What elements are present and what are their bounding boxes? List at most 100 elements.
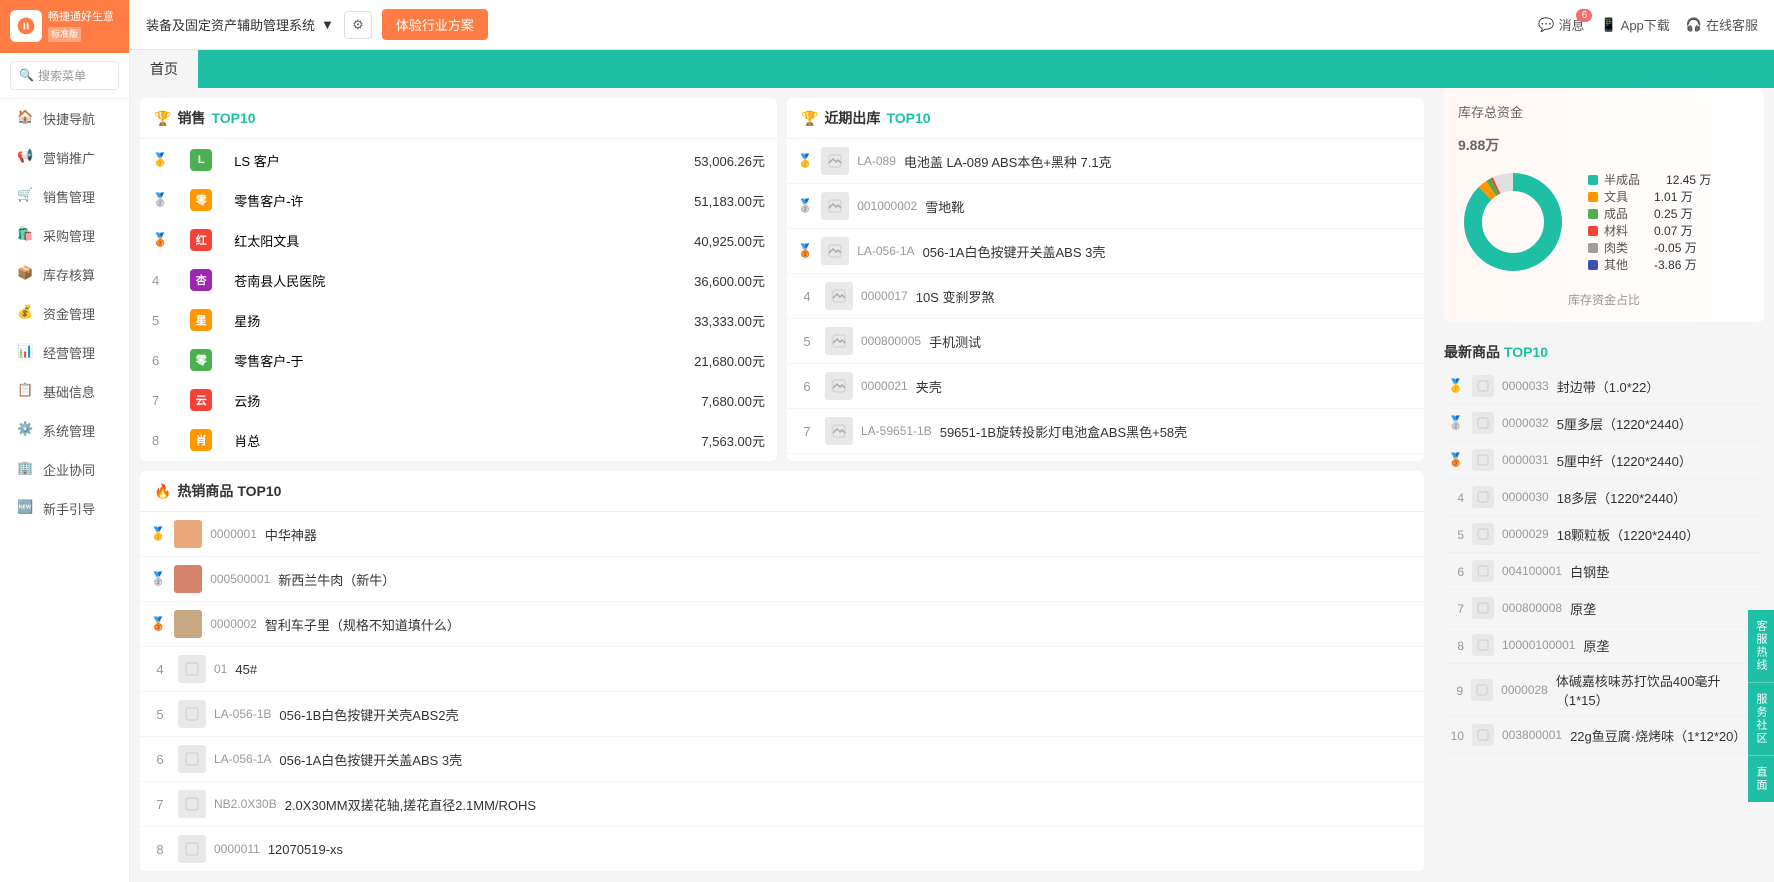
hot-products-title: 热销商品 TOP10 (177, 481, 281, 501)
medal-icon: 🥈 (1448, 415, 1464, 430)
avatar-cell: 杏 (180, 261, 222, 299)
customer-name-cell: 零售客户-许 (224, 181, 526, 219)
recent-products-title: 近期出库 (824, 108, 880, 128)
app-logo: 畅捷通好生意 标准版 (0, 0, 129, 53)
rank-number: 7 (1457, 602, 1464, 616)
product-code: LA-056-1A (857, 244, 914, 258)
chart-icon: 📊 (17, 343, 35, 361)
list-item: 9 0000028 体碱嘉核味苏打饮品400毫升（1*15） (1444, 664, 1764, 717)
product-image (174, 565, 202, 593)
product-name: 18颗粒板（1220*2440） (1557, 525, 1699, 544)
medal-icon: 🥈 (150, 571, 166, 586)
system-selector[interactable]: 装备及固定资产辅助管理系统 ▼ (146, 15, 334, 34)
sidebar-item-guide[interactable]: 🆕 新手引导 (0, 489, 129, 528)
sidebar: 畅捷通好生意 标准版 🔍 搜索菜单 🏠 快捷导航 📢 营销推广 🛒 销售管理 🛍… (0, 0, 130, 882)
product-name: 5厘多层（1220*2440） (1557, 414, 1692, 433)
legend-label: 其他 (1604, 256, 1628, 273)
customer-name: 零售客户-许 (234, 194, 303, 209)
customer-name-cell: LS 客户 (224, 141, 526, 179)
app-download-button[interactable]: 📱 App下载 (1600, 15, 1669, 34)
floating-btn-community[interactable]: 服务社区 (1748, 683, 1774, 756)
sidebar-item-operations[interactable]: 📊 经营管理 (0, 333, 129, 372)
sidebar-item-sales[interactable]: 🛒 销售管理 (0, 177, 129, 216)
tab-home-label: 首页 (150, 59, 178, 79)
download-icon: 📱 (1600, 17, 1616, 33)
product-code: 004100001 (1502, 564, 1562, 578)
recent-products-header: 🏆 近期出库 TOP10 (787, 98, 1424, 139)
rank-number: 7 (150, 797, 170, 812)
product-code: LA-056-1A (214, 752, 271, 766)
product-code: 0000002 (210, 617, 257, 631)
product-name: 59651-1B旋转投影灯电池盒ABS黑色+58壳 (940, 422, 1187, 441)
list-item: 🥇 0000033 封边带（1.0*22） (1444, 368, 1764, 405)
rank-number: 4 (1457, 491, 1464, 505)
medal-icon: 🥉 (1448, 452, 1464, 467)
search-menu-button[interactable]: 🔍 搜索菜单 (10, 61, 119, 90)
list-item: 5 LA-056-1B 056-1B白色按键开关壳ABS2壳 (140, 692, 1424, 737)
box-icon: 📦 (17, 265, 35, 283)
rank-number: 5 (152, 313, 159, 328)
guide-icon: 🆕 (17, 499, 35, 517)
sidebar-item-marketing[interactable]: 📢 营销推广 (0, 138, 129, 177)
inventory-title: 库存总资金 (1458, 102, 1750, 121)
product-code: 0000032 (1502, 416, 1549, 430)
rank-number: 4 (152, 273, 159, 288)
sidebar-item-purchase[interactable]: 🛍️ 采购管理 (0, 216, 129, 255)
list-item: 7 NB2.0X30B 2.0X30MM双搓花轴,搓花直径2.1MM/ROHS (140, 782, 1424, 827)
floating-btn-service-label: 客服热线 (1755, 620, 1767, 672)
rank-cell: 🥉 (797, 243, 813, 259)
avatar: 星 (190, 309, 212, 331)
product-name: 智利车子里（规格不知道填什么） (265, 615, 460, 634)
app-badge: 标准版 (48, 27, 81, 42)
product-image (1471, 679, 1493, 701)
trial-button[interactable]: 体验行业方案 (382, 9, 488, 40)
sidebar-item-company[interactable]: 🏢 企业协同 (0, 450, 129, 489)
table-row: 🥉 红 红太阳文具 40,925.00元 (142, 221, 775, 259)
sidebar-item-finance[interactable]: 💰 资金管理 (0, 294, 129, 333)
product-image (821, 237, 849, 265)
legend-label: 材料 (1604, 222, 1628, 239)
amount-cell: 51,183.00元 (528, 181, 775, 219)
hot-products-header: 🔥 热销商品 TOP10 (140, 471, 1424, 512)
sidebar-item-marketing-label: 营销推广 (43, 148, 95, 167)
trophy-icon-2: 🏆 (801, 110, 818, 127)
rank-number: 10 (1451, 729, 1464, 743)
avatar: 红 (190, 229, 212, 251)
avatar: 零 (190, 189, 212, 211)
product-name: 白钢垫 (1570, 562, 1609, 581)
legend-color-dot (1588, 243, 1598, 253)
sidebar-item-system[interactable]: ⚙️ 系统管理 (0, 411, 129, 450)
customer-name: 零售客户-于 (234, 354, 303, 369)
online-service-label: 在线客服 (1706, 15, 1758, 34)
customer-name-cell: 零售客户-于 (224, 341, 526, 379)
middle-panel: 🏆 销售 TOP10 🥇 L LS 客户 53,006.26元 🥈 零 零售客户… (130, 88, 1434, 882)
legend-color-dot (1588, 260, 1598, 270)
rank-number: 8 (1457, 639, 1464, 653)
avatar-cell: 云 (180, 381, 222, 419)
floating-btn-service[interactable]: 客服热线 (1748, 610, 1774, 683)
settings-button[interactable]: ⚙ (344, 11, 372, 39)
list-item: 4 0000017 10S 变刹罗煞 (787, 274, 1424, 319)
company-icon: 🏢 (17, 460, 35, 478)
amount-value: 53,006.26元 (694, 154, 765, 169)
sidebar-item-basic[interactable]: 📋 基础信息 (0, 372, 129, 411)
tab-home[interactable]: 首页 (130, 50, 198, 88)
product-code: 0000021 (861, 379, 908, 393)
message-button[interactable]: 💬 消息 6 (1538, 15, 1584, 34)
product-name: 056-1A白色按键开关盖ABS 3壳 (923, 242, 1106, 261)
customer-top10-header: 🏆 销售 TOP10 (140, 98, 777, 139)
legend-value: 12.45 万 (1666, 171, 1711, 188)
rank-number: 5 (797, 334, 817, 349)
sidebar-item-home[interactable]: 🏠 快捷导航 (0, 99, 129, 138)
product-image (178, 700, 206, 728)
product-name: 10S 变刹罗煞 (916, 287, 995, 306)
online-service-button[interactable]: 🎧 在线客服 (1686, 15, 1758, 34)
rank-cell: 🥉 (142, 221, 178, 259)
rank-cell: 7 (797, 424, 817, 439)
product-image (825, 282, 853, 310)
rank-cell: 7 (1444, 601, 1464, 616)
product-image (1472, 597, 1494, 619)
sidebar-item-inventory[interactable]: 📦 库存核算 (0, 255, 129, 294)
floating-btn-feedback[interactable]: 直面 (1748, 756, 1774, 802)
legend-item: 肉类 -0.05 万 (1588, 239, 1711, 256)
